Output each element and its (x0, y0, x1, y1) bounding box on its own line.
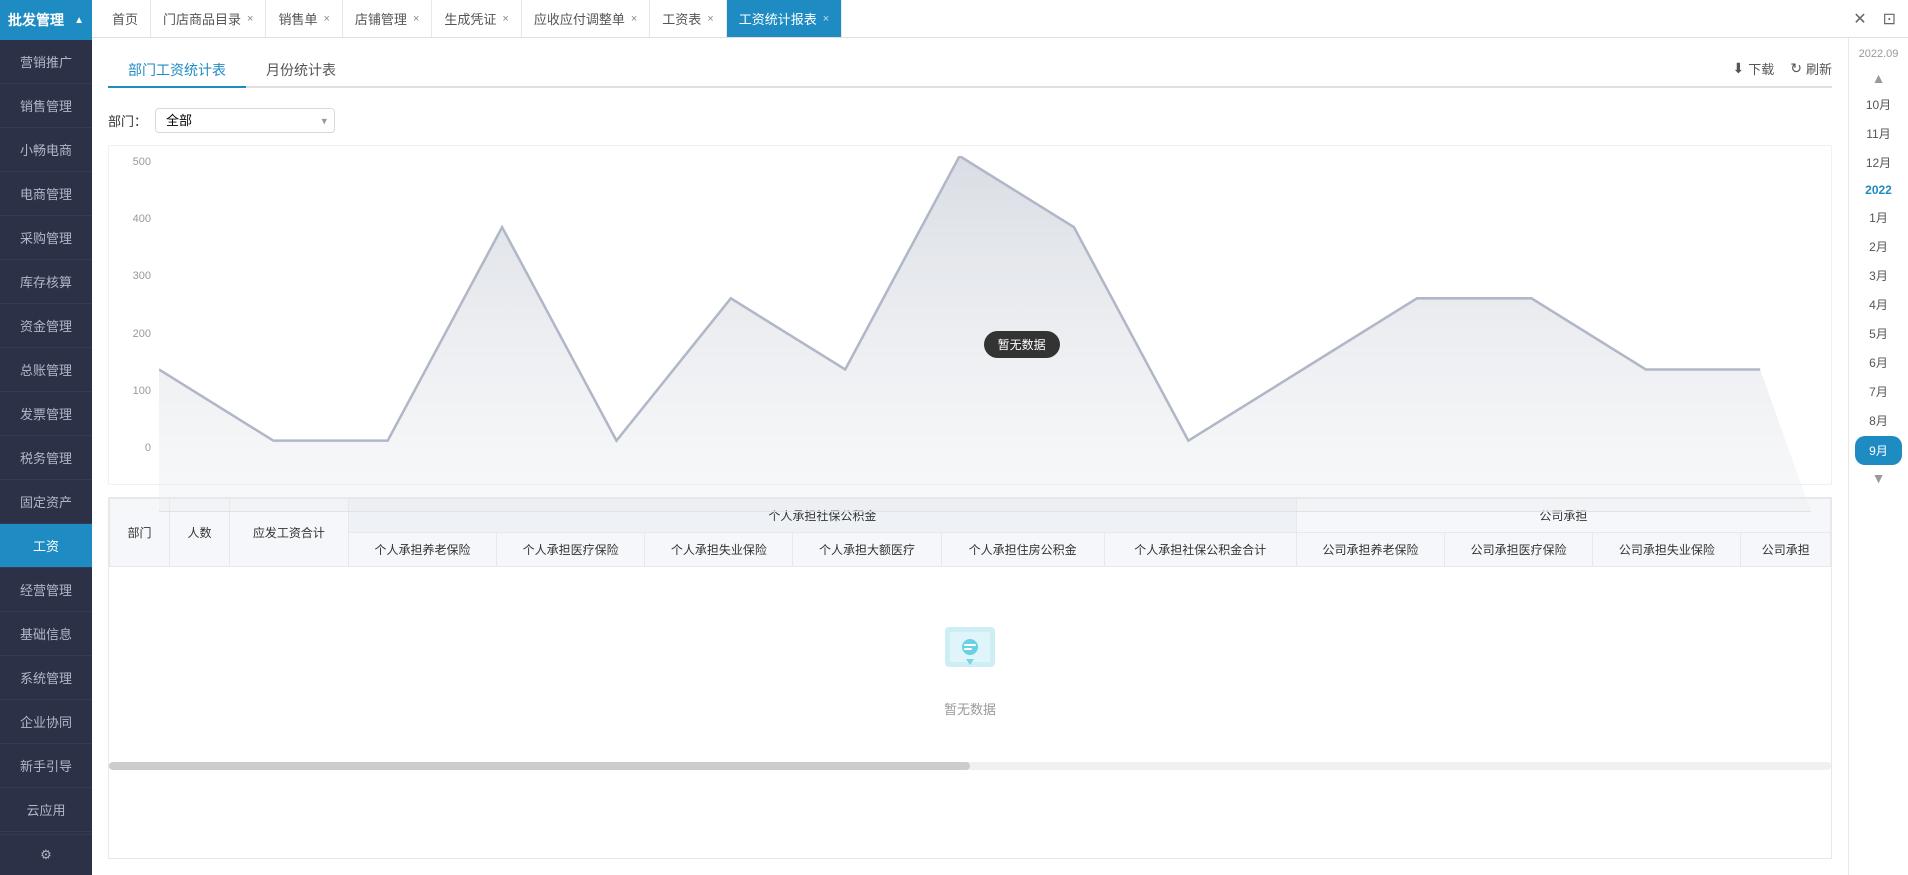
date-month-10[interactable]: 10月 (1849, 90, 1908, 119)
close-all-icon[interactable]: ✕ (1849, 5, 1870, 33)
settings-button[interactable]: ⚙ (0, 834, 92, 875)
tab-store-catalog[interactable]: 门店商品目录 × (151, 0, 266, 38)
col-company-medical: 公司承担医疗保险 (1445, 533, 1593, 567)
date-month-11[interactable]: 11月 (1849, 119, 1908, 148)
department-filter-label: 部门： (108, 111, 147, 130)
sidebar-item-marketing[interactable]: 营销推广 (0, 40, 92, 84)
sidebar-item-purchase[interactable]: 采购管理 (0, 216, 92, 260)
date-month-6[interactable]: 6月 (1849, 348, 1908, 377)
date-month-3[interactable]: 3月 (1849, 261, 1908, 290)
tab-close-store-manage[interactable]: × (413, 13, 419, 25)
date-month-8[interactable]: 8月 (1849, 406, 1908, 435)
sidebar-item-system[interactable]: 系统管理 (0, 656, 92, 700)
col-personal-housing: 个人承担住房公积金 (941, 533, 1104, 567)
refresh-button[interactable]: ↻ 刷新 (1790, 59, 1832, 78)
sidebar-item-ledger[interactable]: 总账管理 (0, 348, 92, 392)
sidebar-item-tax[interactable]: 税务管理 (0, 436, 92, 480)
col-company-unemployment: 公司承担失业保险 (1593, 533, 1741, 567)
col-company-other: 公司承担 (1741, 533, 1831, 567)
download-icon: ⬇ (1733, 60, 1745, 77)
tab-close-store-catalog[interactable]: × (247, 13, 253, 25)
sidebar-collapse-icon: ▲ (74, 15, 84, 26)
chart-tooltip: 暂无数据 (984, 331, 1060, 358)
date-month-12[interactable]: 12月 (1849, 148, 1908, 177)
date-month-5[interactable]: 5月 (1849, 319, 1908, 348)
empty-illustration (930, 607, 1010, 687)
sidebar-item-invoice[interactable]: 发票管理 (0, 392, 92, 436)
page-content: 部门工资统计表 月份统计表 ⬇ 下载 ↻ 刷新 (92, 38, 1848, 875)
tab-close-ar-ap[interactable]: × (631, 13, 637, 25)
chart-area: 500 400 300 200 100 0 (108, 145, 1832, 485)
department-select-wrapper: 全部 (155, 108, 335, 133)
tab-payroll-report[interactable]: 工资统计报表 × (727, 0, 842, 38)
department-select[interactable]: 全部 (155, 108, 335, 133)
tab-payroll[interactable]: 工资表 × (650, 0, 726, 38)
col-personal-total: 个人承担社保公积金合计 (1104, 533, 1296, 567)
sidebar-item-cooperation[interactable]: 企业协同 (0, 700, 92, 744)
sidebar-title: 批发管理 (8, 10, 64, 30)
y-axis: 500 400 300 200 100 0 (109, 156, 159, 454)
tab-voucher[interactable]: 生成凭证 × (432, 0, 521, 38)
gear-icon: ⚙ (40, 847, 52, 862)
sidebar-item-inventory[interactable]: 库存核算 (0, 260, 92, 304)
tab-close-sales-order[interactable]: × (323, 13, 329, 25)
sidebar-header[interactable]: 批发管理 ▲ (0, 0, 92, 40)
sidebar-item-guide[interactable]: 新手引导 (0, 744, 92, 788)
date-month-2[interactable]: 2月 (1849, 232, 1908, 261)
download-button[interactable]: ⬇ 下载 (1733, 59, 1775, 78)
scrollbar-thumb[interactable] (109, 762, 970, 770)
sidebar-item-finance[interactable]: 资金管理 (0, 304, 92, 348)
date-month-1[interactable]: 1月 (1849, 203, 1908, 232)
date-year-2022[interactable]: 2022 (1849, 177, 1908, 203)
tab-ar-ap[interactable]: 应收应付调整单 × (522, 0, 650, 38)
tab-store-manage[interactable]: 店铺管理 × (343, 0, 432, 38)
main-area: 首页 门店商品目录 × 销售单 × 店铺管理 × 生成凭证 × 应收应付调整单 … (92, 0, 1908, 875)
date-scroll-up[interactable]: ▲ (1868, 66, 1890, 90)
col-personal-unemployment: 个人承担失业保险 (645, 533, 793, 567)
table-area: 部门 人数 应发工资合计 个人承担社保公积金 公司承担 个人承担养老保险 个人承… (108, 497, 1832, 859)
date-month-4[interactable]: 4月 (1849, 290, 1908, 319)
chart-svg (159, 156, 1811, 512)
horizontal-scrollbar[interactable] (109, 762, 1831, 770)
col-personal-medical: 个人承担医疗保险 (497, 533, 645, 567)
content-area: 部门工资统计表 月份统计表 ⬇ 下载 ↻ 刷新 (92, 38, 1908, 875)
col-personal-pension: 个人承担养老保险 (348, 533, 496, 567)
tab-bar-controls: ✕ ⊡ (1849, 5, 1900, 33)
col-personal-major-medical: 个人承担大额医疗 (793, 533, 941, 567)
date-current-label: 2022.09 (1849, 42, 1908, 66)
sidebar-item-assets[interactable]: 固定资产 (0, 480, 92, 524)
sidebar-item-basic[interactable]: 基础信息 (0, 612, 92, 656)
tab-home[interactable]: 首页 (100, 0, 151, 38)
date-scroll-down[interactable]: ▼ (1868, 466, 1890, 490)
sidebar-item-sales[interactable]: 销售管理 (0, 84, 92, 128)
sidebar-item-payroll[interactable]: 工资 (0, 524, 92, 568)
sidebar-item-operations[interactable]: 经营管理 (0, 568, 92, 612)
refresh-icon: ↻ (1790, 60, 1802, 77)
filter-row: 部门： 全部 (108, 108, 1832, 133)
sub-tab-monthly[interactable]: 月份统计表 (246, 54, 356, 88)
sidebar-item-xiaochang[interactable]: 小畅电商 (0, 128, 92, 172)
tab-bar: 首页 门店商品目录 × 销售单 × 店铺管理 × 生成凭证 × 应收应付调整单 … (92, 0, 1908, 38)
empty-state: 暂无数据 (109, 567, 1831, 758)
empty-text: 暂无数据 (944, 699, 996, 718)
date-panel: 2022.09 ▲ 10月 11月 12月 2022 1月 2月 3月 4月 5… (1848, 38, 1908, 875)
date-month-7[interactable]: 7月 (1849, 377, 1908, 406)
sub-tab-bar: 部门工资统计表 月份统计表 ⬇ 下载 ↻ 刷新 (108, 54, 1832, 88)
sidebar: 批发管理 ▲ 营销推广 销售管理 小畅电商 电商管理 采购管理 库存核算 资金管… (0, 0, 92, 875)
restore-icon[interactable]: ⊡ (1879, 5, 1900, 33)
col-company-pension: 公司承担养老保险 (1296, 533, 1444, 567)
tab-sales-order[interactable]: 销售单 × (266, 0, 342, 38)
sidebar-item-ecommerce[interactable]: 电商管理 (0, 172, 92, 216)
tab-close-payroll-report[interactable]: × (823, 13, 829, 25)
sub-tab-department[interactable]: 部门工资统计表 (108, 54, 246, 88)
tab-close-payroll[interactable]: × (707, 13, 713, 25)
tab-close-voucher[interactable]: × (502, 13, 508, 25)
date-month-9-active[interactable]: 9月 (1855, 436, 1902, 465)
sidebar-item-cloud[interactable]: 云应用 (0, 788, 92, 832)
